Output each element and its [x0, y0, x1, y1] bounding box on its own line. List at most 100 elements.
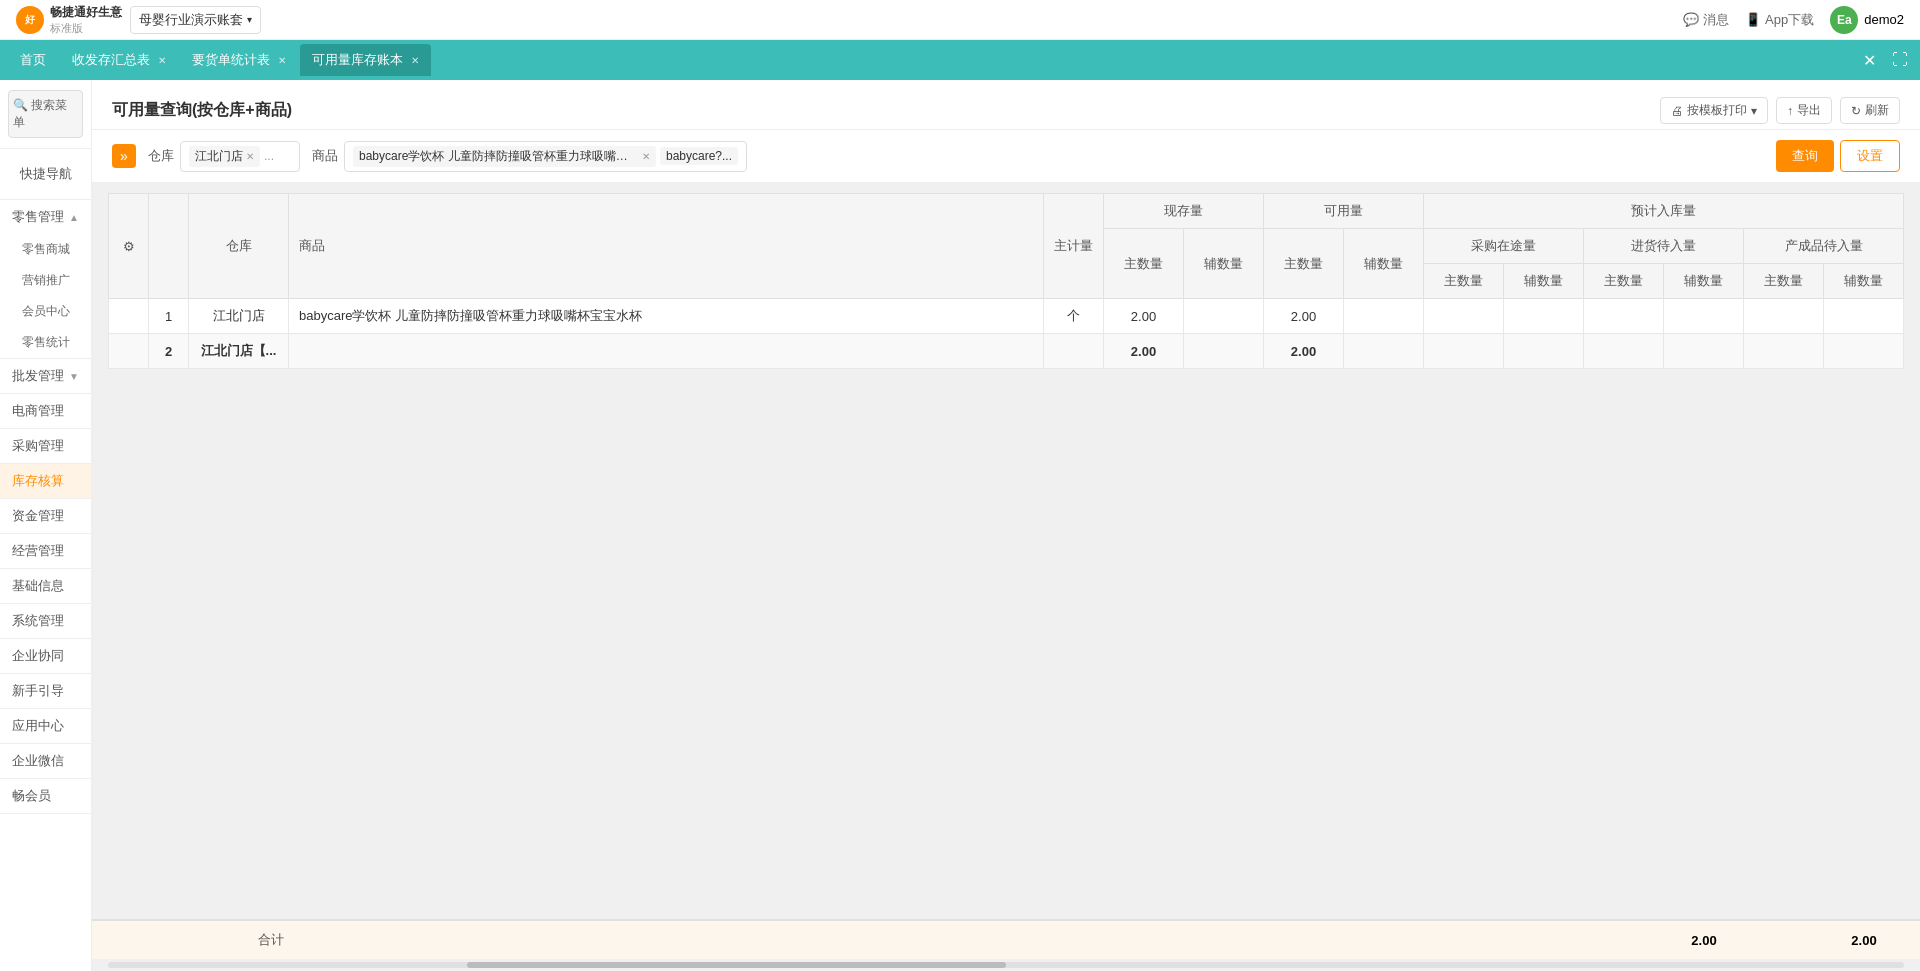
cell-avail-aux: [1344, 299, 1424, 334]
sidebar-section-purchase: 采购管理: [0, 429, 91, 464]
tab-order-stats[interactable]: 要货单统计表 ✕: [180, 44, 298, 76]
sidebar-section-retail: 零售管理 ▲ 零售商城 营销推广 会员中心 零售统计: [0, 200, 91, 359]
messages-button[interactable]: 💬 消息: [1683, 11, 1729, 29]
sidebar-section-apps-header[interactable]: 应用中心: [0, 709, 91, 743]
template-selector[interactable]: 母婴行业演示账套 ▾: [130, 6, 261, 34]
subtotal-pur-transit-aux: [1504, 334, 1584, 369]
sidebar-section-inventory-header[interactable]: 库存核算: [0, 464, 91, 498]
col-production-main-header: 主数量: [1744, 264, 1824, 299]
tab-home[interactable]: 首页: [8, 44, 58, 76]
subtotal-avail-aux: [1344, 334, 1424, 369]
main-layout: 🔍 搜索菜单 快捷导航 零售管理 ▲ 零售商城 营销推广 会员中心 零售统计 批…: [0, 80, 1920, 971]
sidebar-section-purchase-header[interactable]: 采购管理: [0, 429, 91, 463]
setting-button[interactable]: 设置: [1840, 140, 1900, 172]
sidebar-section-collab-header[interactable]: 企业协同: [0, 639, 91, 673]
tab-receive-pay[interactable]: 收发存汇总表 ✕: [60, 44, 178, 76]
cell-product: babycare学饮杯 儿童防摔防撞吸管杯重力球吸嘴杯宝宝水杯: [289, 299, 1044, 334]
tab-available-stock[interactable]: 可用量库存账本 ✕: [300, 44, 431, 76]
warehouse-tag: 江北门店 ✕: [189, 146, 260, 167]
search-menu-button[interactable]: 🔍 搜索菜单: [8, 90, 83, 138]
warehouse-more[interactable]: ...: [264, 149, 274, 163]
tab-close-order-stats[interactable]: ✕: [278, 55, 286, 66]
product-tag1-close[interactable]: ✕: [642, 151, 650, 162]
sidebar-section-wechat-header[interactable]: 企业微信: [0, 744, 91, 778]
sidebar-section-finance-header[interactable]: 资金管理: [0, 499, 91, 533]
warehouse-label: 仓库: [148, 147, 174, 165]
download-icon: 📱: [1745, 12, 1761, 27]
cell-warehouse: 江北门店: [189, 299, 289, 334]
sidebar-section-operations-header[interactable]: 经营管理: [0, 534, 91, 568]
col-warehouse-header: 仓库: [189, 194, 289, 299]
subtotal-product: [289, 334, 1044, 369]
col-settings-header[interactable]: ⚙: [109, 194, 149, 299]
sidebar-section-retail-header[interactable]: 零售管理 ▲: [0, 200, 91, 234]
col-available-header: 可用量: [1264, 194, 1424, 229]
app-download-button[interactable]: 📱 App下载: [1745, 11, 1814, 29]
footer-stock-aux: [1744, 933, 1824, 948]
refresh-button[interactable]: ↻ 刷新: [1840, 97, 1900, 124]
cell-avail-main: 2.00: [1264, 299, 1344, 334]
horizontal-scrollbar[interactable]: [92, 959, 1920, 971]
export-button[interactable]: ↑ 导出: [1776, 97, 1832, 124]
chevron-down-icon: ▾: [247, 14, 252, 25]
product-input[interactable]: babycare学饮杯 儿童防摔防撞吸管杯重力球吸嘴杯宝宝水杯 ✕ babyca…: [344, 141, 747, 172]
message-icon: 💬: [1683, 12, 1699, 27]
warehouse-input[interactable]: 江北门店 ✕ ...: [180, 141, 300, 172]
top-bar: 好 畅捷通好生意 标准版 母婴行业演示账套 ▾ 💬 消息 📱 App下载 Ea …: [0, 0, 1920, 40]
col-product-header: 商品: [289, 194, 1044, 299]
gear-icon[interactable]: ⚙: [123, 239, 135, 254]
page-title: 可用量查询(按仓库+商品): [112, 100, 292, 121]
sidebar-section-system-header[interactable]: 系统管理: [0, 604, 91, 638]
sidebar-item-marketing[interactable]: 营销推广: [0, 265, 91, 296]
subtotal-warehouse: 江北门店【...: [189, 334, 289, 369]
print-button[interactable]: 🖨 按模板打印 ▾: [1660, 97, 1768, 124]
sidebar-item-retail-stats[interactable]: 零售统计: [0, 327, 91, 358]
sidebar-section-member-header[interactable]: 畅会员: [0, 779, 91, 813]
col-pur-transit-aux-header: 辅数量: [1504, 264, 1584, 299]
logo-text: 畅捷通好生意 标准版: [50, 4, 122, 36]
subtotal-unit: [1044, 334, 1104, 369]
cell-rownum: 1: [149, 299, 189, 334]
cell-production-main: [1744, 299, 1824, 334]
tab-close-receive-pay[interactable]: ✕: [158, 55, 166, 66]
sidebar-item-members[interactable]: 会员中心: [0, 296, 91, 327]
col-avail-aux-header: 辅数量: [1344, 229, 1424, 299]
col-incoming-aux-header: 辅数量: [1664, 264, 1744, 299]
cell-stock-main: 2.00: [1104, 299, 1184, 334]
sidebar-section-guide: 新手引导: [0, 674, 91, 709]
user-avatar-area[interactable]: Ea demo2: [1830, 6, 1904, 34]
filter-warehouse-group: 仓库 江北门店 ✕ ...: [148, 141, 300, 172]
col-production-header: 产成品待入量: [1744, 229, 1904, 264]
filter-expand-button[interactable]: »: [112, 144, 136, 168]
chevron-down-icon-print: ▾: [1751, 104, 1757, 118]
scroll-track: [108, 962, 1904, 968]
col-production-aux-header: 辅数量: [1824, 264, 1904, 299]
scroll-thumb[interactable]: [467, 962, 1006, 968]
sidebar-section-ecom-header[interactable]: 电商管理: [0, 394, 91, 428]
tab-close-available-stock[interactable]: ✕: [411, 55, 419, 66]
sidebar-section-wholesale-header[interactable]: 批发管理 ▼: [0, 359, 91, 393]
tab-close-all-button[interactable]: ✕: [1859, 47, 1880, 74]
subtotal-rownum: 2: [149, 334, 189, 369]
tab-expand-button[interactable]: ⛶: [1888, 47, 1912, 73]
table-container[interactable]: ⚙ 仓库 商品 主计量 现存量 可用量 预计入库量 主数量 辅数量 主数量: [92, 183, 1920, 919]
top-bar-right: 💬 消息 📱 App下载 Ea demo2: [1683, 6, 1904, 34]
subtotal-stock-main: 2.00: [1104, 334, 1184, 369]
tab-bar-controls: ✕ ⛶: [1859, 47, 1912, 74]
sidebar-item-quick-nav[interactable]: 快捷导航: [0, 157, 91, 191]
cell-unit: 个: [1044, 299, 1104, 334]
col-unit-header: 主计量: [1044, 194, 1104, 299]
col-current-stock-header: 现存量: [1104, 194, 1264, 229]
sidebar-item-retail-mall[interactable]: 零售商城: [0, 234, 91, 265]
chevron-up-icon: ▲: [69, 212, 79, 223]
sidebar-section-collab: 企业协同: [0, 639, 91, 674]
avatar: Ea: [1830, 6, 1858, 34]
query-button[interactable]: 查询: [1776, 140, 1834, 172]
col-incoming-main-header: 主数量: [1584, 264, 1664, 299]
sidebar-section-guide-header[interactable]: 新手引导: [0, 674, 91, 708]
sidebar-section-basic-header[interactable]: 基础信息: [0, 569, 91, 603]
cell-stock-aux: [1184, 299, 1264, 334]
footer-total-label: 合计: [258, 931, 284, 949]
refresh-icon: ↻: [1851, 104, 1861, 118]
warehouse-tag-close[interactable]: ✕: [246, 151, 254, 162]
